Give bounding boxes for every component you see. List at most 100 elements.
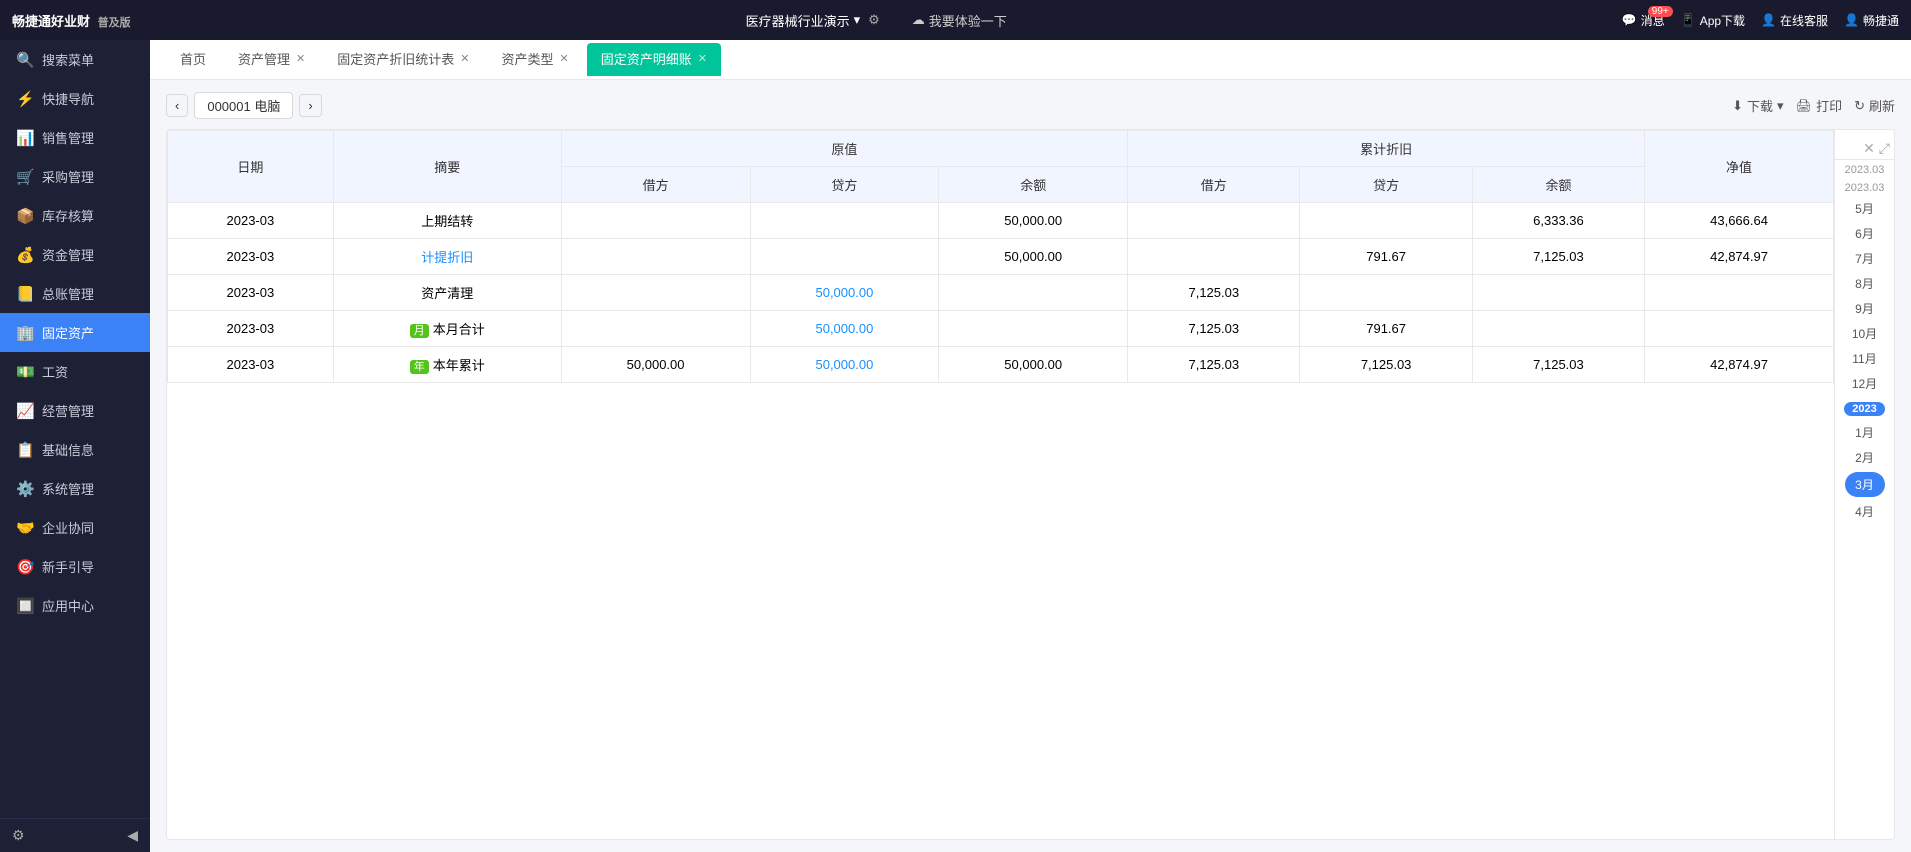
sidebar-item-payroll[interactable]: 💵工资	[0, 352, 150, 391]
tab-2[interactable]: 固定资产折旧统计表 ✕	[323, 43, 483, 76]
timeline-month-10月[interactable]: 10月	[1852, 321, 1877, 346]
sidebar-label-enterprise: 企业协同	[42, 518, 94, 537]
tab-label-1: 资产管理	[238, 49, 290, 68]
sidebar-label-app-center: 应用中心	[42, 596, 94, 615]
sidebar-item-operations[interactable]: 📈经营管理	[0, 391, 150, 430]
sidebar-item-quick-nav[interactable]: ⚡快捷导航	[0, 79, 150, 118]
timeline-month-6月[interactable]: 6月	[1852, 221, 1877, 246]
cell-summary[interactable]: 计提折旧	[333, 239, 561, 275]
toolbar-actions: ⬇ 下载 ▾ 🖨 打印 ↻ 刷新	[1732, 96, 1895, 115]
cell-date: 2023-03	[168, 203, 334, 239]
download-action-icon: ⬇	[1732, 98, 1743, 114]
sidebar-bottom: ⚙ ◀	[0, 818, 150, 852]
cell-orig-credit	[750, 239, 939, 275]
user-avatar[interactable]: 👤 畅捷通	[1844, 12, 1899, 29]
message-btn[interactable]: 💬 消息 99+	[1622, 12, 1665, 29]
tab-4[interactable]: 固定资产明细账 ✕	[587, 43, 721, 76]
timeline-month-current-3月[interactable]: 3月	[1845, 472, 1885, 497]
timeline-month-current-1月[interactable]: 1月	[1845, 420, 1885, 445]
experience-btn[interactable]: ☁ 我要体验一下	[912, 11, 1007, 30]
cell-orig-balance: 50,000.00	[939, 203, 1128, 239]
nav-icon-inventory: 📦	[16, 207, 34, 225]
sidebar-label-search: 搜索菜单	[42, 50, 94, 69]
col-accumulated-dep: 累计折旧	[1128, 131, 1645, 167]
tab-label-2: 固定资产折旧统计表	[337, 49, 454, 68]
sidebar-label-finance: 资金管理	[42, 245, 94, 264]
company-selector[interactable]: 医疗器械行业演示 ▾	[746, 11, 861, 30]
timeline-month-7月[interactable]: 7月	[1852, 246, 1877, 271]
close-panel-icon[interactable]: ✕	[1863, 140, 1875, 157]
cell-date: 2023-03	[168, 347, 334, 383]
sidebar-item-enterprise[interactable]: 🤝 企业协同	[0, 508, 150, 547]
nav-icon-operations: 📈	[16, 402, 34, 420]
table-wrapper: 日期 摘要 原值 累计折旧 净值 借方 贷方 余额 借方	[166, 129, 1895, 840]
timeline-month-current-4月[interactable]: 4月	[1845, 499, 1885, 524]
nav-icon-enterprise: 🤝	[16, 519, 34, 537]
collapse-sidebar-icon[interactable]: ◀	[127, 827, 138, 844]
tab-close-1[interactable]: ✕	[296, 52, 305, 65]
refresh-icon: ↻	[1854, 98, 1865, 114]
nav-icon-fixed-assets: 🏢	[16, 324, 34, 342]
tab-label-3: 资产类型	[501, 49, 553, 68]
timeline-month-9月[interactable]: 9月	[1852, 296, 1877, 321]
sidebar-item-search[interactable]: 🔍搜索菜单	[0, 40, 150, 79]
main-layout: 🔍搜索菜单⚡快捷导航📊销售管理🛒采购管理📦库存核算💰资金管理📒总账管理🏢固定资产…	[0, 40, 1911, 852]
print-btn[interactable]: 🖨 打印	[1796, 96, 1843, 115]
tab-label-4: 固定资产明细账	[601, 49, 692, 68]
cell-dep-balance: 6,333.36	[1472, 203, 1644, 239]
col-summary: 摘要	[333, 131, 561, 203]
table-row: 2023-03 年本年累计 50,000.00 50,000.00 50,000…	[168, 347, 1834, 383]
sidebar-item-fixed-assets[interactable]: 🏢固定资产	[0, 313, 150, 352]
tab-0[interactable]: 首页	[166, 43, 220, 76]
expand-panel-icon[interactable]: ⤢	[1879, 140, 1890, 157]
tab-close-2[interactable]: ✕	[460, 52, 469, 65]
sidebar-label-payroll: 工资	[42, 362, 68, 381]
sidebar-item-ledger[interactable]: 📒总账管理	[0, 274, 150, 313]
top-bar-right: 💬 消息 99+ 📱 App下载 👤 在线客服 👤 畅捷通	[1622, 12, 1899, 29]
top-bar-left: 畅捷通好业财 普及版	[12, 11, 131, 30]
sidebar-item-purchase[interactable]: 🛒采购管理	[0, 157, 150, 196]
cell-orig-debit: 50,000.00	[561, 347, 750, 383]
cell-dep-balance: 7,125.03	[1472, 239, 1644, 275]
message-icon: 💬	[1622, 13, 1637, 27]
prev-btn[interactable]: ‹	[166, 94, 188, 117]
timeline-month-12月[interactable]: 12月	[1852, 371, 1877, 396]
tab-label-0: 首页	[180, 49, 206, 68]
next-btn[interactable]: ›	[299, 94, 321, 117]
sidebar-item-finance[interactable]: 💰 资金管理	[0, 235, 150, 274]
app-download-btn[interactable]: 📱 App下载	[1681, 12, 1745, 29]
timeline-month-11月[interactable]: 11月	[1852, 346, 1877, 371]
tab-close-4[interactable]: ✕	[698, 52, 707, 65]
dep-debit: 借方	[1128, 167, 1300, 203]
content-area: 首页资产管理✕固定资产折旧统计表✕资产类型✕固定资产明细账✕ ‹ 000001 …	[150, 40, 1911, 852]
settings-icon[interactable]: ⚙	[868, 12, 880, 28]
tab-close-3[interactable]: ✕	[560, 52, 569, 65]
sidebar-item-guide[interactable]: 🎯新手引导	[0, 547, 150, 586]
cell-orig-credit: 50,000.00	[750, 311, 939, 347]
tab-1[interactable]: 资产管理 ✕	[224, 43, 319, 76]
cell-orig-credit	[750, 203, 939, 239]
cell-net-value: 42,874.97	[1645, 239, 1834, 275]
top-bar: 畅捷通好业财 普及版 医疗器械行业演示 ▾ ⚙ ☁ 我要体验一下 💬 消息 99…	[0, 0, 1911, 40]
table-row: 2023-03 月本月合计 50,000.00 7,125.03 791.67	[168, 311, 1834, 347]
download-btn[interactable]: ⬇ 下载 ▾	[1732, 96, 1783, 115]
top-bar-center: 医疗器械行业演示 ▾ ⚙ ☁ 我要体验一下	[746, 11, 1007, 30]
cell-date: 2023-03	[168, 239, 334, 275]
sidebar-item-sales[interactable]: 📊销售管理	[0, 118, 150, 157]
online-service-btn[interactable]: 👤 在线客服	[1761, 12, 1828, 29]
timeline-month-8月[interactable]: 8月	[1852, 271, 1877, 296]
refresh-btn[interactable]: ↻ 刷新	[1854, 96, 1895, 115]
sidebar-item-inventory[interactable]: 📦库存核算	[0, 196, 150, 235]
timeline-month-5月[interactable]: 5月	[1852, 196, 1877, 221]
sidebar-item-basic-info[interactable]: 📋基础信息	[0, 430, 150, 469]
nav-icon-guide: 🎯	[16, 558, 34, 576]
download-icon: 📱	[1681, 13, 1696, 27]
timeline-month-current-2月[interactable]: 2月	[1845, 445, 1885, 470]
settings-bottom-icon[interactable]: ⚙	[12, 827, 25, 844]
cell-dep-credit: 791.67	[1300, 239, 1472, 275]
sidebar-item-app-center[interactable]: 🔲应用中心	[0, 586, 150, 625]
tab-3[interactable]: 资产类型 ✕	[487, 43, 582, 76]
print-icon: 🖨	[1796, 98, 1813, 114]
nav-icon-finance: 💰	[16, 246, 34, 264]
sidebar-item-system[interactable]: ⚙️系统管理	[0, 469, 150, 508]
